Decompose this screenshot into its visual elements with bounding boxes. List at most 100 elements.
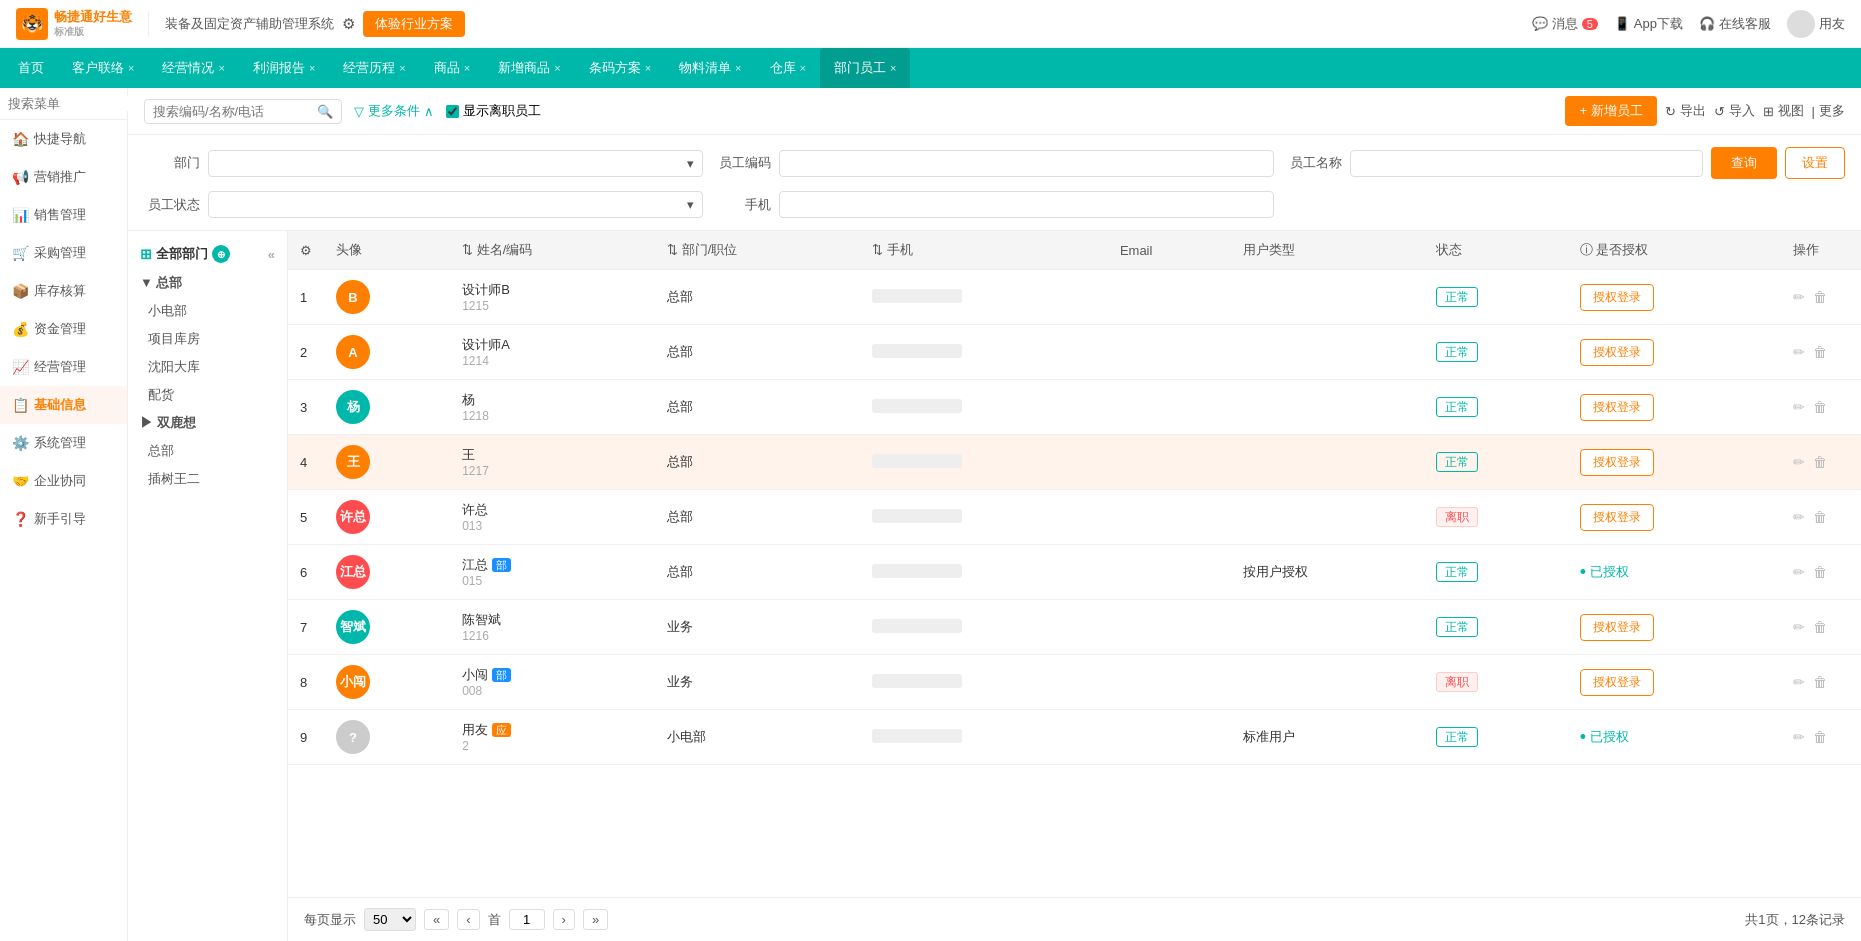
dept-item-zongbu[interactable]: 总部: [128, 437, 287, 465]
tab-operation[interactable]: 经营情况 ×: [148, 48, 238, 88]
set-button[interactable]: 设置: [1785, 147, 1845, 179]
close-icon[interactable]: ×: [464, 62, 470, 74]
close-icon[interactable]: ×: [218, 62, 224, 74]
dept-item-shenyang[interactable]: 沈阳大库: [128, 353, 287, 381]
phone-input[interactable]: [779, 191, 1274, 218]
col-dept[interactable]: ⇅ 部门/职位: [655, 231, 860, 270]
col-auth-cell[interactable]: 已授权: [1568, 545, 1781, 600]
close-icon[interactable]: ×: [399, 62, 405, 74]
edit-icon[interactable]: ✏: [1793, 674, 1805, 690]
first-page-btn[interactable]: «: [424, 909, 449, 930]
delete-icon[interactable]: 🗑: [1813, 674, 1827, 690]
code-input[interactable]: [779, 150, 1274, 177]
auth-login-btn[interactable]: 授权登录: [1580, 339, 1654, 366]
col-name[interactable]: ⇅ 姓名/编码: [450, 231, 655, 270]
search-input[interactable]: [153, 104, 313, 119]
tab-goods[interactable]: 商品 ×: [420, 48, 484, 88]
sidebar-item-guide[interactable]: ❓ 新手引导: [0, 500, 127, 538]
dept-item-peihuo[interactable]: 配货: [128, 381, 287, 409]
tab-customer[interactable]: 客户联络 ×: [58, 48, 148, 88]
trial-button[interactable]: 体验行业方案: [363, 11, 465, 37]
delete-icon[interactable]: 🗑: [1813, 564, 1827, 580]
tab-bom[interactable]: 物料清单 ×: [665, 48, 755, 88]
tab-department[interactable]: 部门员工 ×: [820, 48, 910, 88]
name-input[interactable]: [1350, 150, 1703, 177]
sidebar-item-finance[interactable]: 💰 资金管理: [0, 310, 127, 348]
sidebar-item-quicknav[interactable]: 🏠 快捷导航: [0, 120, 127, 158]
user-item[interactable]: 用友: [1787, 10, 1845, 38]
tab-barcode[interactable]: 条码方案 ×: [575, 48, 665, 88]
edit-icon[interactable]: ✏: [1793, 399, 1805, 415]
app-download-item[interactable]: 📱 App下载: [1614, 15, 1683, 33]
search-box[interactable]: 🔍: [144, 99, 342, 124]
delete-icon[interactable]: 🗑: [1813, 454, 1827, 470]
per-page-select[interactable]: 50 20 100: [364, 908, 416, 931]
col-auth-cell[interactable]: 授权登录: [1568, 655, 1781, 710]
export-btn[interactable]: ↻ 导出: [1665, 102, 1706, 120]
col-auth-cell[interactable]: 授权登录: [1568, 490, 1781, 545]
dept-group-shuanglu[interactable]: ▶ 双鹿想: [128, 409, 287, 437]
edit-icon[interactable]: ✏: [1793, 619, 1805, 635]
service-item[interactable]: 🎧 在线客服: [1699, 15, 1771, 33]
close-icon[interactable]: ×: [890, 62, 896, 74]
delete-icon[interactable]: 🗑: [1813, 729, 1827, 745]
close-icon[interactable]: ×: [554, 62, 560, 74]
close-icon[interactable]: ×: [800, 62, 806, 74]
auth-login-btn[interactable]: 授权登录: [1580, 394, 1654, 421]
more-actions-btn[interactable]: | 更多: [1812, 102, 1845, 120]
sidebar-search[interactable]: 🔍: [0, 88, 127, 120]
edit-icon[interactable]: ✏: [1793, 454, 1805, 470]
query-button[interactable]: 查询: [1711, 147, 1777, 179]
collapse-btn[interactable]: ⊕: [212, 245, 230, 263]
close-icon[interactable]: ×: [128, 62, 134, 74]
view-btn[interactable]: ⊞ 视图: [1763, 102, 1804, 120]
auth-login-btn[interactable]: 授权登录: [1580, 449, 1654, 476]
dept-item-chashuwangee[interactable]: 插树王二: [128, 465, 287, 493]
delete-icon[interactable]: 🗑: [1813, 289, 1827, 305]
dept-item-xiangmu[interactable]: 项目库房: [128, 325, 287, 353]
add-employee-button[interactable]: + 新增员工: [1565, 96, 1656, 126]
delete-icon[interactable]: 🗑: [1813, 619, 1827, 635]
edit-icon[interactable]: ✏: [1793, 509, 1805, 525]
delete-icon[interactable]: 🗑: [1813, 399, 1827, 415]
sidebar-item-collab[interactable]: 🤝 企业协同: [0, 462, 127, 500]
last-page-btn[interactable]: »: [583, 909, 608, 930]
sidebar-item-sales[interactable]: 📊 销售管理: [0, 196, 127, 234]
sidebar-item-purchase[interactable]: 🛒 采购管理: [0, 234, 127, 272]
close-icon[interactable]: ×: [735, 62, 741, 74]
edit-icon[interactable]: ✏: [1793, 289, 1805, 305]
col-auth-cell[interactable]: 授权登录: [1568, 600, 1781, 655]
col-auth-cell[interactable]: 授权登录: [1568, 270, 1781, 325]
next-page-btn[interactable]: ›: [553, 909, 575, 930]
auth-login-btn[interactable]: 授权登录: [1580, 669, 1654, 696]
delete-icon[interactable]: 🗑: [1813, 344, 1827, 360]
edit-icon[interactable]: ✏: [1793, 729, 1805, 745]
auth-login-btn[interactable]: 授权登录: [1580, 614, 1654, 641]
page-input[interactable]: [509, 909, 545, 930]
tab-add-goods[interactable]: 新增商品 ×: [484, 48, 574, 88]
dept-item-xiaodiaobu[interactable]: 小电部: [128, 297, 287, 325]
prev-page-btn[interactable]: ‹: [457, 909, 479, 930]
auth-login-btn[interactable]: 授权登录: [1580, 284, 1654, 311]
close-icon[interactable]: ×: [645, 62, 651, 74]
col-auth-cell[interactable]: 已授权: [1568, 710, 1781, 765]
col-auth-cell[interactable]: 授权登录: [1568, 325, 1781, 380]
col-phone[interactable]: ⇅ 手机: [860, 231, 1108, 270]
tab-warehouse[interactable]: 仓库 ×: [756, 48, 820, 88]
sidebar-item-business[interactable]: 📈 经营管理: [0, 348, 127, 386]
tab-history[interactable]: 经营历程 ×: [329, 48, 419, 88]
collapse-arrow[interactable]: «: [268, 247, 275, 262]
status-select[interactable]: ▾: [208, 191, 703, 218]
tab-profit[interactable]: 利润报告 ×: [239, 48, 329, 88]
close-icon[interactable]: ×: [309, 62, 315, 74]
sidebar-item-basic[interactable]: 📋 基础信息: [0, 386, 127, 424]
edit-icon[interactable]: ✏: [1793, 344, 1805, 360]
dept-group-total[interactable]: ▼ 总部: [128, 269, 287, 297]
sidebar-item-system[interactable]: ⚙️ 系统管理: [0, 424, 127, 462]
tab-home[interactable]: 首页: [4, 48, 58, 88]
col-auth-cell[interactable]: 授权登录: [1568, 380, 1781, 435]
show-resigned-checkbox[interactable]: 显示离职员工: [446, 102, 541, 120]
message-item[interactable]: 💬 消息 5: [1532, 15, 1598, 33]
dept-select[interactable]: ▾: [208, 150, 703, 177]
sidebar-item-inventory[interactable]: 📦 库存核算: [0, 272, 127, 310]
